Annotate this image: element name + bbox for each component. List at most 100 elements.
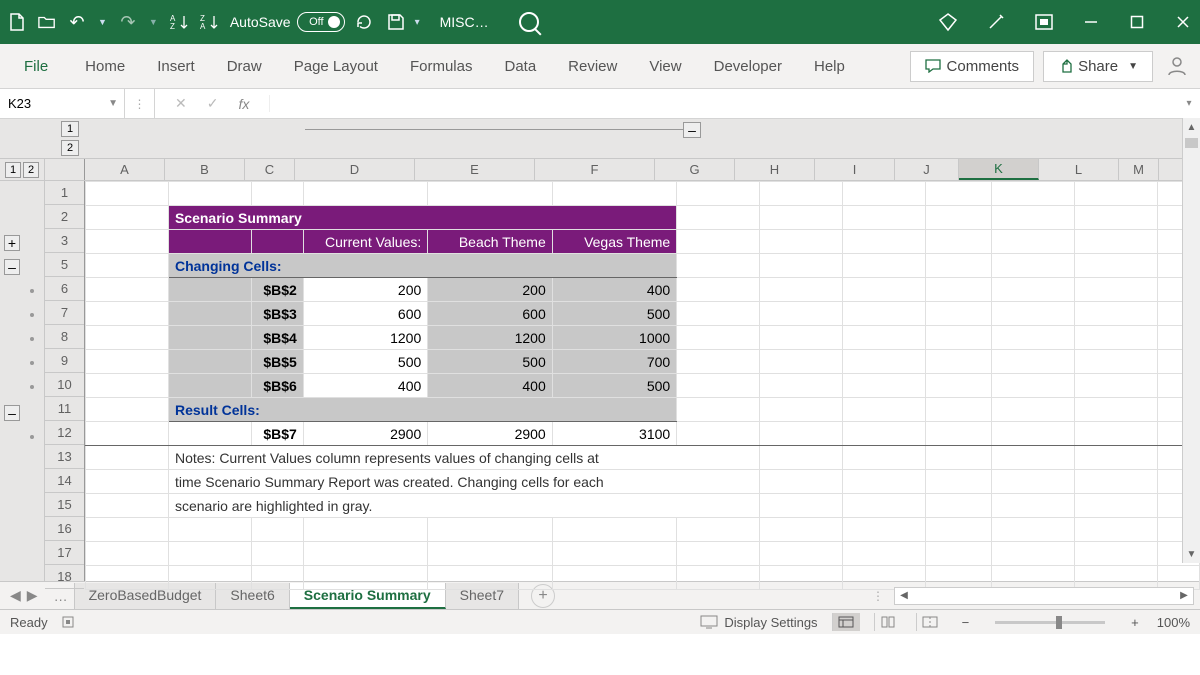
row-header-2[interactable]: 2 xyxy=(45,205,84,229)
sheet-nav-next-icon[interactable]: ▶ xyxy=(27,587,38,604)
zoom-out-button[interactable]: − xyxy=(958,615,974,630)
qat-customize-icon[interactable]: ▾ xyxy=(415,17,420,28)
column-header-B[interactable]: B xyxy=(165,159,245,180)
name-box[interactable]: K23 ▼ xyxy=(0,89,125,118)
column-header-M[interactable]: M xyxy=(1119,159,1159,180)
ribbon-tab-data[interactable]: Data xyxy=(488,48,552,85)
row-header-7[interactable]: 7 xyxy=(45,301,84,325)
sort-asc-icon[interactable]: AZ xyxy=(170,13,188,31)
hscroll-right-icon[interactable]: ▶ xyxy=(1175,590,1193,601)
zoom-in-button[interactable]: + xyxy=(1127,615,1143,630)
tab-splitter-icon[interactable]: ⋮ xyxy=(872,589,886,603)
row-header-17[interactable]: 17 xyxy=(45,541,84,565)
row-header-13[interactable]: 13 xyxy=(45,445,84,469)
minimize-button[interactable] xyxy=(1082,13,1100,31)
column-header-I[interactable]: I xyxy=(815,159,895,180)
row-header-18[interactable]: 18 xyxy=(45,565,84,589)
enter-formula-icon[interactable]: ✓ xyxy=(207,95,219,112)
view-normal-button[interactable] xyxy=(832,613,860,631)
maximize-button[interactable] xyxy=(1128,13,1146,31)
ribbon-tab-review[interactable]: Review xyxy=(552,48,633,85)
ribbon-tab-draw[interactable]: Draw xyxy=(211,48,278,85)
close-button[interactable] xyxy=(1174,13,1192,31)
search-icon[interactable] xyxy=(519,12,539,32)
wand-icon[interactable] xyxy=(986,12,1006,32)
formula-input[interactable] xyxy=(270,89,1178,118)
row-outline-level-2[interactable]: 2 xyxy=(23,162,39,178)
macro-record-icon[interactable] xyxy=(62,614,78,630)
row-group-collapse-1[interactable]: – xyxy=(4,259,20,275)
diamond-icon[interactable] xyxy=(938,12,958,32)
scroll-down-icon[interactable]: ▼ xyxy=(1183,545,1200,563)
ribbon-tab-home[interactable]: Home xyxy=(69,48,141,85)
row-header-11[interactable]: 11 xyxy=(45,397,84,421)
row-header-14[interactable]: 14 xyxy=(45,469,84,493)
cells-area[interactable]: Scenario SummaryCurrent Values:Beach The… xyxy=(85,181,1200,581)
redo-icon[interactable]: ↷ xyxy=(119,13,137,31)
ribbon-mode-icon[interactable] xyxy=(1034,13,1054,31)
comments-button[interactable]: Comments xyxy=(910,51,1035,82)
zoom-level[interactable]: 100% xyxy=(1157,615,1190,630)
row-header-5[interactable]: 5 xyxy=(45,253,84,277)
ribbon-tab-help[interactable]: Help xyxy=(798,48,861,85)
undo-dropdown-icon[interactable]: ▼ xyxy=(98,17,107,27)
ribbon-tab-formulas[interactable]: Formulas xyxy=(394,48,489,85)
row-outline-level-1[interactable]: 1 xyxy=(5,162,21,178)
column-header-C[interactable]: C xyxy=(245,159,295,180)
column-header-D[interactable]: D xyxy=(295,159,415,180)
column-header-E[interactable]: E xyxy=(415,159,535,180)
name-box-dropdown-icon[interactable]: ▼ xyxy=(108,98,118,109)
ribbon-tab-view[interactable]: View xyxy=(633,48,697,85)
row-group-expand-1[interactable]: + xyxy=(4,235,20,251)
ribbon-tab-developer[interactable]: Developer xyxy=(698,48,798,85)
column-header-J[interactable]: J xyxy=(895,159,959,180)
column-header-L[interactable]: L xyxy=(1039,159,1119,180)
fx-icon[interactable]: fx xyxy=(238,96,249,112)
scroll-thumb[interactable] xyxy=(1185,138,1198,148)
share-dropdown-icon[interactable]: ▼ xyxy=(1128,61,1138,72)
refresh-icon[interactable] xyxy=(355,13,373,31)
undo-icon[interactable]: ↶ xyxy=(68,13,86,31)
ribbon-tab-page-layout[interactable]: Page Layout xyxy=(278,48,394,85)
col-group-collapse-button[interactable]: – xyxy=(683,122,701,138)
zoom-slider[interactable] xyxy=(995,621,1105,624)
row-header-12[interactable]: 12 xyxy=(45,421,84,445)
row-header-1[interactable]: 1 xyxy=(45,181,84,205)
col-outline-level-1[interactable]: 1 xyxy=(61,121,79,137)
autosave-toggle[interactable]: AutoSave Off xyxy=(230,12,345,32)
scroll-up-icon[interactable]: ▲ xyxy=(1183,118,1200,136)
column-header-F[interactable]: F xyxy=(535,159,655,180)
vertical-scrollbar[interactable]: ▲ ▼ xyxy=(1182,118,1200,563)
save-icon[interactable] xyxy=(387,13,405,31)
view-page-layout-button[interactable] xyxy=(874,613,902,631)
sheet-overflow-icon[interactable]: … xyxy=(48,588,74,604)
col-outline-level-2[interactable]: 2 xyxy=(61,140,79,156)
view-page-break-button[interactable] xyxy=(916,613,944,631)
row-header-9[interactable]: 9 xyxy=(45,349,84,373)
column-header-G[interactable]: G xyxy=(655,159,735,180)
horizontal-scrollbar[interactable]: ◀ ▶ xyxy=(894,587,1194,605)
hscroll-left-icon[interactable]: ◀ xyxy=(895,590,913,601)
column-header-A[interactable]: A xyxy=(85,159,165,180)
display-settings-button[interactable]: Display Settings xyxy=(700,615,817,630)
sort-desc-icon[interactable]: ZA xyxy=(200,13,218,31)
ribbon-tab-insert[interactable]: Insert xyxy=(141,48,211,85)
redo-dropdown-icon[interactable]: ▼ xyxy=(149,17,158,27)
row-header-6[interactable]: 6 xyxy=(45,277,84,301)
row-header-15[interactable]: 15 xyxy=(45,493,84,517)
document-title[interactable]: MISC… xyxy=(440,14,489,30)
select-all-button[interactable] xyxy=(45,159,85,180)
row-header-10[interactable]: 10 xyxy=(45,373,84,397)
file-tab[interactable]: File xyxy=(6,48,66,85)
row-header-8[interactable]: 8 xyxy=(45,325,84,349)
sheet-nav-prev-icon[interactable]: ◀ xyxy=(10,587,21,604)
cancel-formula-icon[interactable]: ✕ xyxy=(175,95,187,112)
expand-formula-bar-icon[interactable]: ▾ xyxy=(1178,98,1200,109)
row-header-16[interactable]: 16 xyxy=(45,517,84,541)
open-file-icon[interactable] xyxy=(38,13,56,31)
row-group-collapse-2[interactable]: – xyxy=(4,405,20,421)
share-button[interactable]: Share ▼ xyxy=(1043,51,1153,82)
row-header-3[interactable]: 3 xyxy=(45,229,84,253)
column-header-H[interactable]: H xyxy=(735,159,815,180)
new-file-icon[interactable] xyxy=(8,13,26,31)
